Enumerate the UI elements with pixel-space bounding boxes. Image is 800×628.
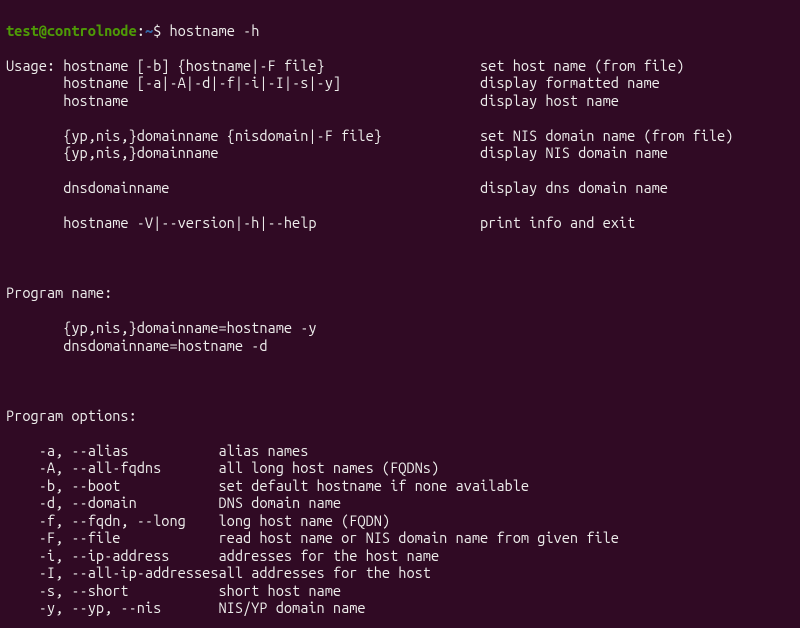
blank-line <box>6 372 794 390</box>
option-line: -s, --shortshort host name <box>6 582 794 600</box>
usage-cmd: {yp,nis,}domainname {nisdomain|-F file} <box>6 127 480 145</box>
usage-line: Usage: hostname [-b] {hostname|-F file}s… <box>6 57 794 75</box>
usage-line: hostname -V|--version|-h|--helpprint inf… <box>6 214 794 232</box>
option-desc: NIS/YP domain name <box>218 599 365 616</box>
option-line: -A, --all-fqdnsall long host names (FQDN… <box>6 459 794 477</box>
prompt-path: ~ <box>145 22 153 39</box>
option-flag: -y, --yp, --nis <box>6 599 218 617</box>
entered-command: hostname -h <box>170 22 260 39</box>
usage-line: hostnamedisplay host name <box>6 92 794 110</box>
option-flag: -a, --alias <box>6 442 218 460</box>
option-desc: all long host names (FQDNs) <box>218 459 439 476</box>
usage-line: {yp,nis,}domainname {nisdomain|-F file}s… <box>6 127 794 145</box>
option-line: -f, --fqdn, --longlong host name (FQDN) <box>6 512 794 530</box>
usage-cmd: Usage: hostname [-b] {hostname|-F file} <box>6 57 480 75</box>
usage-line <box>6 197 794 215</box>
prompt-user-host: test@controlnode <box>6 22 137 39</box>
usage-cmd: hostname <box>6 92 480 110</box>
option-line: -y, --yp, --nisNIS/YP domain name <box>6 599 794 617</box>
usage-block: Usage: hostname [-b] {hostname|-F file}s… <box>6 57 794 232</box>
option-desc: addresses for the host name <box>218 547 439 564</box>
usage-line: {yp,nis,}domainnamedisplay NIS domain na… <box>6 144 794 162</box>
usage-cmd: hostname -V|--version|-h|--help <box>6 214 480 232</box>
option-line: -d, --domainDNS domain name <box>6 494 794 512</box>
prompt-line-1: test@controlnode:~$ hostname -h <box>6 22 794 40</box>
options-label: Program options: <box>6 407 794 425</box>
usage-cmd <box>6 162 480 180</box>
options-block: -a, --aliasalias names -A, --all-fqdnsal… <box>6 442 794 617</box>
usage-desc: set host name (from file) <box>480 57 684 75</box>
program-name-line: dnsdomainname=hostname -d <box>6 337 794 355</box>
usage-desc: print info and exit <box>480 214 635 232</box>
usage-cmd: dnsdomainname <box>6 179 480 197</box>
option-flag: -F, --file <box>6 529 218 547</box>
option-line: -b, --bootset default hostname if none a… <box>6 477 794 495</box>
option-desc: long host name (FQDN) <box>218 512 390 529</box>
option-flag: -I, --all-ip-addresses <box>6 564 218 582</box>
usage-cmd: {yp,nis,}domainname <box>6 144 480 162</box>
option-flag: -A, --all-fqdns <box>6 459 218 477</box>
program-name-block: {yp,nis,}domainname=hostname -y dnsdomai… <box>6 319 794 354</box>
option-line: -F, --fileread host name or NIS domain n… <box>6 529 794 547</box>
usage-cmd <box>6 109 480 127</box>
option-desc: DNS domain name <box>218 494 341 511</box>
prompt-sigil: $ <box>153 22 169 39</box>
option-desc: all addresses for the host <box>218 564 431 581</box>
usage-cmd <box>6 197 480 215</box>
option-flag: -i, --ip-address <box>6 547 218 565</box>
usage-desc: set NIS domain name (from file) <box>480 127 733 145</box>
usage-line: dnsdomainnamedisplay dns domain name <box>6 179 794 197</box>
usage-line: hostname [-a|-A|-d|-f|-i|-I|-s|-y]displa… <box>6 74 794 92</box>
usage-cmd: hostname [-a|-A|-d|-f|-i|-I|-s|-y] <box>6 74 480 92</box>
option-flag: -s, --short <box>6 582 218 600</box>
usage-desc: display NIS domain name <box>480 144 668 162</box>
option-flag: -b, --boot <box>6 477 218 495</box>
option-desc: short host name <box>218 582 341 599</box>
usage-desc: display dns domain name <box>480 179 668 197</box>
program-name-line: {yp,nis,}domainname=hostname -y <box>6 319 794 337</box>
usage-desc: display host name <box>480 92 619 110</box>
blank-line <box>6 249 794 267</box>
usage-line <box>6 162 794 180</box>
option-flag: -d, --domain <box>6 494 218 512</box>
usage-line <box>6 109 794 127</box>
prompt-sep: : <box>137 22 145 39</box>
option-line: -a, --aliasalias names <box>6 442 794 460</box>
option-desc: read host name or NIS domain name from g… <box>218 529 618 546</box>
option-line: -i, --ip-addressaddresses for the host n… <box>6 547 794 565</box>
terminal[interactable]: test@controlnode:~$ hostname -h Usage: h… <box>0 0 800 628</box>
program-name-label: Program name: <box>6 284 794 302</box>
option-desc: set default hostname if none available <box>218 477 529 494</box>
usage-desc: display formatted name <box>480 74 660 92</box>
option-flag: -f, --fqdn, --long <box>6 512 218 530</box>
option-line: -I, --all-ip-addressesall addresses for … <box>6 564 794 582</box>
option-desc: alias names <box>218 442 308 459</box>
